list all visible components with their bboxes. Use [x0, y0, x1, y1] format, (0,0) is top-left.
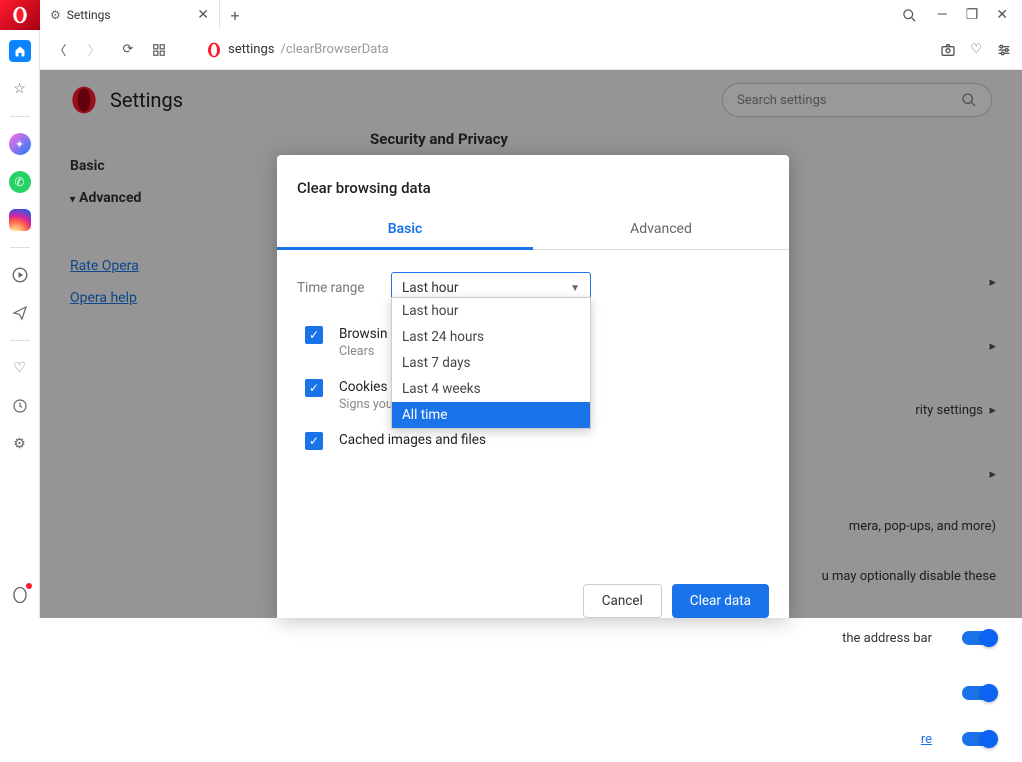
checkbox-cache[interactable]: ✓ — [305, 432, 323, 450]
browser-sidebar: ☆ ✦ ✆ ♡ ⚙ — [0, 30, 40, 618]
sidebar-home-icon[interactable] — [9, 40, 31, 62]
maximize-button[interactable]: ❐ — [966, 7, 979, 23]
browsing-history-sub: Clears — [339, 344, 387, 359]
opera-o-icon — [206, 42, 222, 58]
url-scheme: settings — [228, 42, 274, 57]
sidebar-divider — [10, 116, 30, 117]
toggle-on[interactable] — [962, 686, 996, 700]
close-tab-icon[interactable]: ✕ — [197, 7, 209, 23]
clear-data-button[interactable]: Clear data — [672, 584, 769, 618]
new-tab-button[interactable]: + — [220, 0, 250, 30]
sidebar-opera-icon[interactable] — [9, 584, 31, 606]
sidebar-settings-icon[interactable]: ⚙ — [9, 433, 31, 455]
speed-dial-icon[interactable] — [152, 43, 172, 57]
chevron-down-icon: ▼ — [570, 283, 580, 294]
clear-browsing-data-dialog: Clear browsing data Basic Advanced Time … — [277, 155, 789, 618]
dialog-title: Clear browsing data — [277, 155, 789, 211]
learn-more-link[interactable]: re — [921, 732, 932, 747]
sidebar-bookmark-icon[interactable]: ☆ — [9, 78, 31, 100]
option-last-hour[interactable]: Last hour — [392, 298, 590, 324]
time-range-dropdown: Last hour Last 24 hours Last 7 days Last… — [391, 297, 591, 429]
sidebar-divider — [10, 340, 30, 341]
browsing-history-label: Browsin — [339, 326, 387, 342]
gear-icon: ⚙ — [50, 8, 61, 22]
time-range-label: Time range — [297, 280, 379, 296]
option-last-4-weeks[interactable]: Last 4 weeks — [392, 376, 590, 402]
opera-menu-button[interactable] — [0, 0, 40, 30]
forward-button: 〉 — [84, 40, 104, 59]
tab-title: Settings — [67, 8, 111, 22]
sidebar-player-icon[interactable] — [9, 264, 31, 286]
checkbox-cookies[interactable]: ✓ — [305, 379, 323, 397]
address-bar[interactable]: settings/clearBrowserData — [206, 42, 389, 58]
back-button[interactable]: 〈 — [50, 40, 70, 59]
sidebar-heart-icon[interactable]: ♡ — [9, 357, 31, 379]
sidebar-messenger-icon[interactable]: ✦ — [9, 133, 31, 155]
sidebar-divider — [10, 247, 30, 248]
easy-setup-icon[interactable] — [996, 42, 1012, 58]
sidebar-history-icon[interactable] — [9, 395, 31, 417]
url-path: /clearBrowserData — [280, 42, 388, 57]
tab-basic[interactable]: Basic — [277, 211, 533, 250]
settings-row-toggle[interactable]: re — [822, 716, 1008, 762]
tab-advanced[interactable]: Advanced — [533, 211, 789, 249]
titlebar-search-icon[interactable] — [902, 8, 917, 23]
sidebar-whatsapp-icon[interactable]: ✆ — [9, 171, 31, 193]
option-all-time[interactable]: All time — [392, 402, 590, 428]
settings-row-toggle[interactable] — [822, 670, 1008, 716]
cancel-button[interactable]: Cancel — [583, 584, 662, 618]
checkbox-browsing-history[interactable]: ✓ — [305, 326, 323, 344]
sidebar-instagram-icon[interactable] — [9, 209, 31, 231]
time-range-value: Last hour — [402, 280, 459, 296]
toggle-on[interactable] — [962, 631, 996, 645]
sidebar-send-icon[interactable] — [9, 302, 31, 324]
browser-tab[interactable]: ⚙ Settings ✕ — [40, 0, 220, 30]
minimize-button[interactable]: — — [937, 7, 948, 23]
close-window-button[interactable]: ✕ — [996, 7, 1008, 23]
heart-icon[interactable]: ♡ — [970, 42, 982, 58]
reload-button[interactable]: ⟳ — [118, 42, 138, 57]
cache-label: Cached images and files — [339, 432, 486, 448]
option-last-7-days[interactable]: Last 7 days — [392, 350, 590, 376]
toggle-on[interactable] — [962, 732, 996, 746]
snapshot-icon[interactable] — [940, 42, 956, 58]
option-last-24-hours[interactable]: Last 24 hours — [392, 324, 590, 350]
